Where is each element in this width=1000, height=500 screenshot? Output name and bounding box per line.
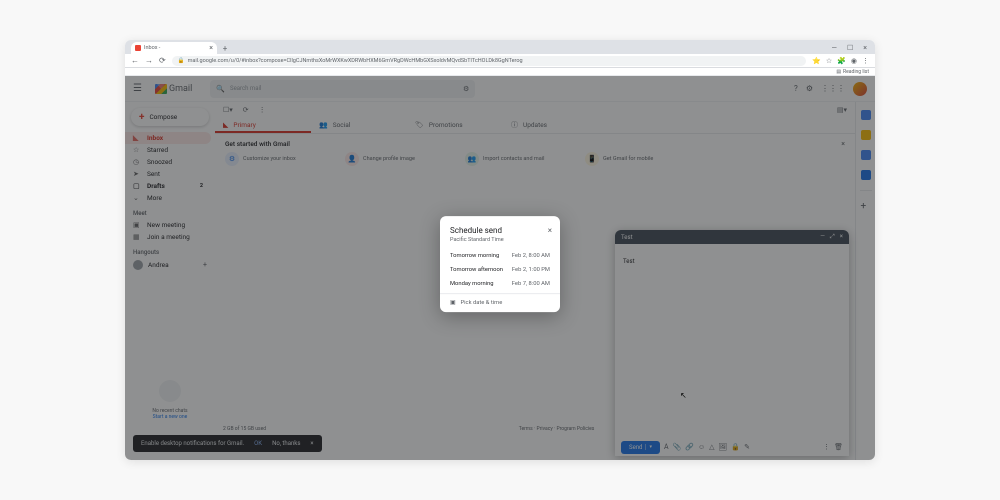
schedule-option-tomorrow-morning[interactable]: Tomorrow morningFeb 2, 8:00 AM bbox=[440, 249, 560, 263]
extension-icon[interactable]: 🧩 bbox=[837, 57, 846, 65]
modal-subtitle: Pacific Standard Time bbox=[450, 237, 550, 243]
chrome-window: Inbox - × + — ☐ × ← → ⟳ 🔒 mail.google.co… bbox=[125, 40, 875, 460]
url-input[interactable]: 🔒 mail.google.com/u/0/#inbox?compose=Cll… bbox=[172, 56, 806, 66]
bookmark-bar: ▤ Reading list bbox=[125, 68, 875, 76]
url-text: mail.google.com/u/0/#inbox?compose=CllgC… bbox=[188, 58, 523, 64]
titlebar: Inbox - × + — ☐ × bbox=[125, 40, 875, 54]
bookmark-icon[interactable]: ☆ bbox=[826, 57, 832, 65]
back-icon[interactable]: ← bbox=[131, 56, 139, 65]
reload-icon[interactable]: ⟳ bbox=[159, 56, 166, 65]
schedule-option-monday-morning[interactable]: Monday morningFeb 7, 8:00 AM bbox=[440, 277, 560, 291]
menu-icon[interactable]: ⋮ bbox=[862, 57, 869, 65]
browser-tab[interactable]: Inbox - × bbox=[131, 42, 217, 54]
reading-list-label[interactable]: Reading list bbox=[843, 69, 869, 75]
forward-icon[interactable]: → bbox=[145, 56, 153, 65]
close-window-icon[interactable]: × bbox=[863, 44, 867, 52]
gmail-favicon bbox=[135, 45, 141, 51]
tab-title: Inbox - bbox=[144, 45, 160, 51]
window-controls: — ☐ × bbox=[832, 44, 876, 52]
reading-list-icon[interactable]: ▤ bbox=[836, 69, 841, 75]
address-bar: ← → ⟳ 🔒 mail.google.com/u/0/#inbox?compo… bbox=[125, 54, 875, 68]
gmail-app: ☰ Gmail 🔍 Search mail ⚙ ? ⚙ ⋮⋮⋮ + Co bbox=[125, 76, 875, 460]
mouse-cursor: ↖ bbox=[680, 391, 687, 400]
schedule-option-tomorrow-afternoon[interactable]: Tomorrow afternoonFeb 2, 1:00 PM bbox=[440, 263, 560, 277]
new-tab-button[interactable]: + bbox=[220, 43, 230, 53]
close-tab-icon[interactable]: × bbox=[209, 44, 213, 52]
lock-icon: 🔒 bbox=[178, 58, 185, 64]
translate-icon[interactable]: ⭐ bbox=[812, 57, 821, 65]
maximize-icon[interactable]: ☐ bbox=[847, 44, 853, 52]
modal-title: Schedule send bbox=[450, 226, 550, 235]
schedule-send-modal: Schedule send Pacific Standard Time × To… bbox=[440, 216, 560, 312]
close-modal-icon[interactable]: × bbox=[548, 226, 552, 235]
minimize-icon[interactable]: — bbox=[832, 44, 837, 52]
calendar-icon: ▣ bbox=[450, 300, 455, 306]
pick-date-time-button[interactable]: ▣Pick date & time bbox=[440, 293, 560, 312]
profile-icon[interactable]: ◉ bbox=[851, 57, 857, 65]
